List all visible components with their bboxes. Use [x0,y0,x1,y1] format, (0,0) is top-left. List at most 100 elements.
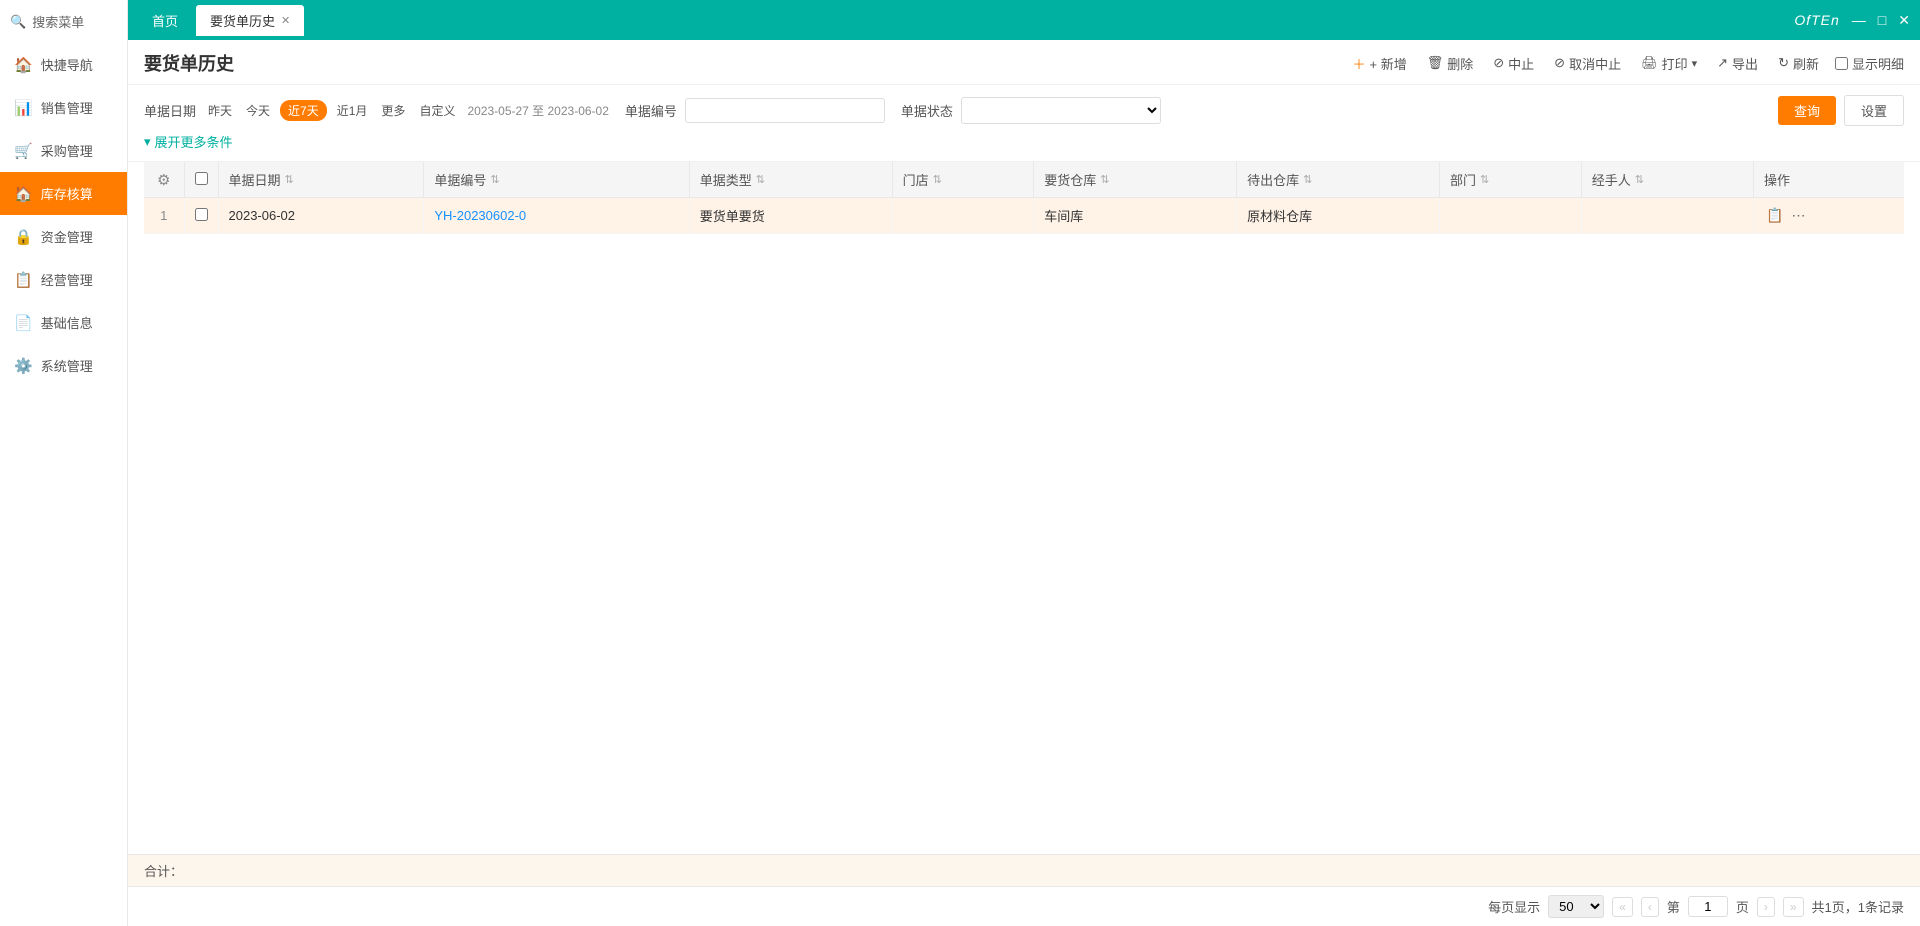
date-custom[interactable]: 自定义 [415,101,459,120]
sort-pending-warehouse-icon[interactable]: ⇅ [1303,173,1312,186]
sidebar-item-label: 基础信息 [41,313,93,332]
show-detail-toggle[interactable]: 显示明细 [1835,54,1904,73]
maximize-icon[interactable]: □ [1878,12,1886,28]
row-doc-no-link[interactable]: YH-20230602-0 [434,208,526,223]
footer-total-label: 合计： [144,861,183,880]
date-today[interactable]: 今天 [242,101,274,120]
sidebar: 🔍 搜索菜单 🏠 快捷导航 📊 销售管理 🛒 采购管理 🏠 库存核算 🔒 资金管… [0,0,128,926]
expand-more-label: 展开更多条件 [155,132,233,151]
doc-status-select[interactable] [961,97,1161,124]
select-all-checkbox[interactable] [195,172,208,185]
delete-label: 删除 [1447,54,1473,73]
new-button[interactable]: ＋ + 新增 [1348,52,1410,75]
th-settings: ⚙ [144,162,184,198]
date-7days[interactable]: 近7天 [280,100,327,121]
table-container: ⚙ 单据日期 ⇅ 单据编号 [128,162,1920,854]
expand-more-icon: ▾ [144,134,151,150]
doc-num-input[interactable] [685,98,885,123]
th-department: 部门 ⇅ [1440,162,1582,198]
close-icon[interactable]: ✕ [1898,12,1910,29]
th-checkbox [184,162,218,198]
page-number-input[interactable] [1688,896,1728,917]
th-store: 门店 ⇅ [892,162,1034,198]
sort-handler-icon[interactable]: ⇅ [1635,173,1644,186]
doc-status-filter-group: 单据状态 [901,97,1161,124]
tab-home-label: 首页 [152,11,178,30]
print-dropdown-icon[interactable]: ▾ [1692,57,1698,70]
sidebar-item-sales[interactable]: 📊 销售管理 [0,86,127,129]
show-detail-checkbox-input[interactable] [1835,57,1848,70]
prev-page-button[interactable]: ‹ [1641,897,1659,917]
sidebar-item-operation[interactable]: 📋 经营管理 [0,258,127,301]
first-page-button[interactable]: « [1612,897,1633,917]
print-button[interactable]: 🖨 打印 ▾ [1637,52,1701,75]
show-detail-label: 显示明细 [1852,54,1904,73]
sidebar-item-basic[interactable]: 📄 基础信息 [0,301,127,344]
sidebar-item-system[interactable]: ⚙️ 系统管理 [0,344,127,387]
page-size-select[interactable]: 50 20 100 [1548,895,1604,918]
row-more-button[interactable]: ⋯ [1789,205,1807,226]
row-store [892,198,1034,234]
minimize-icon[interactable]: — [1852,12,1866,28]
sidebar-item-label: 资金管理 [41,227,93,246]
tab-history[interactable]: 要货单历史 ✕ [196,5,304,36]
table-row: 1 2023-06-02 YH-20230602-0 要货单要货 [144,198,1904,234]
sidebar-item-label: 快捷导航 [41,55,93,74]
sidebar-search[interactable]: 🔍 搜索菜单 [0,0,127,43]
table-footer: 合计： [128,854,1920,886]
tab-home[interactable]: 首页 [138,5,192,36]
table-settings-icon[interactable]: ⚙ [157,172,170,189]
th-date: 单据日期 ⇅ [218,162,424,198]
page-label-after: 页 [1736,897,1749,916]
expand-more-button[interactable]: ▾ 展开更多条件 [144,132,1904,151]
row-pending-warehouse: 原材料仓库 [1237,198,1440,234]
row-edit-button[interactable]: 📋 [1764,205,1785,226]
settings-button[interactable]: 设置 [1844,95,1904,126]
refresh-button[interactable]: ↻ 刷新 [1774,52,1823,75]
sidebar-item-purchase[interactable]: 🛒 采购管理 [0,129,127,172]
date-more[interactable]: 更多 [377,101,409,120]
content-area: 要货单历史 ＋ + 新增 🗑 删除 ⊘ 中止 ⊘ 取消中止 [128,40,1920,926]
row-checkbox[interactable] [195,208,208,221]
th-date-label: 单据日期 [229,170,281,189]
export-button[interactable]: ↗ 导出 [1713,52,1762,75]
th-ops-label: 操作 [1764,173,1790,188]
page-header: 要货单历史 ＋ + 新增 🗑 删除 ⊘ 中止 ⊘ 取消中止 [128,40,1920,85]
page-title: 要货单历史 [144,50,234,76]
tab-close-icon[interactable]: ✕ [281,14,290,27]
doc-num-label: 单据编号 [625,101,677,120]
query-button[interactable]: 查询 [1778,96,1836,125]
new-icon: ＋ [1352,54,1365,73]
row-ops: 📋 ⋯ [1754,198,1904,234]
th-department-label: 部门 [1450,170,1476,189]
purchase-icon: 🛒 [14,142,33,160]
search-icon: 🔍 [10,14,26,30]
sort-store-icon[interactable]: ⇅ [933,173,942,186]
cancel-stop-button[interactable]: ⊘ 取消中止 [1550,52,1625,75]
th-handler-label: 经手人 [1592,170,1631,189]
th-store-label: 门店 [903,170,929,189]
total-info: 共1页，1条记录 [1812,897,1904,916]
last-page-button[interactable]: » [1783,897,1804,917]
date-yesterday[interactable]: 昨天 [204,101,236,120]
finance-icon: 🔒 [14,228,33,246]
delete-button[interactable]: 🗑 删除 [1423,52,1478,75]
stop-button[interactable]: ⊘ 中止 [1489,52,1538,75]
date-1month[interactable]: 近1月 [333,101,372,120]
system-icon: ⚙️ [14,357,33,375]
sidebar-item-inventory[interactable]: 🏠 库存核算 [0,172,127,215]
sidebar-item-finance[interactable]: 🔒 资金管理 [0,215,127,258]
sort-req-warehouse-icon[interactable]: ⇅ [1100,173,1109,186]
row-doc-no: YH-20230602-0 [424,198,689,234]
table-header-row: ⚙ 单据日期 ⇅ 单据编号 [144,162,1904,198]
next-page-button[interactable]: › [1757,897,1775,917]
th-doc-type: 单据类型 ⇅ [689,162,892,198]
toolbar: ＋ + 新增 🗑 删除 ⊘ 中止 ⊘ 取消中止 🖨 打印 [1348,52,1904,75]
new-label: + 新增 [1369,54,1406,73]
sort-doc-type-icon[interactable]: ⇅ [756,173,765,186]
date-filter-group: 单据日期 昨天 今天 近7天 近1月 更多 自定义 2023-05-27 至 2… [144,100,609,121]
sort-department-icon[interactable]: ⇅ [1480,173,1489,186]
sidebar-item-quick-nav[interactable]: 🏠 快捷导航 [0,43,127,86]
sort-date-icon[interactable]: ⇅ [285,173,294,186]
sort-doc-no-icon[interactable]: ⇅ [490,173,499,186]
